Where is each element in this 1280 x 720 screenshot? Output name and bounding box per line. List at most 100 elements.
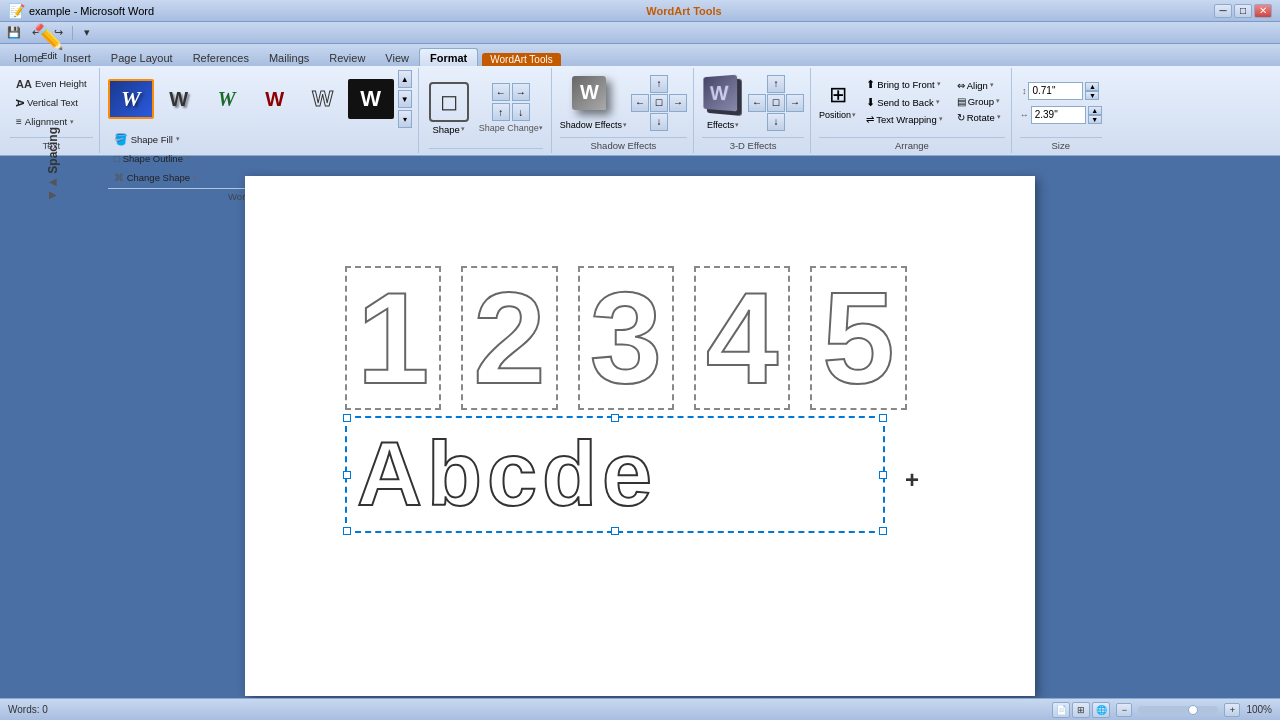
wordart-styles-scroll-down[interactable]: ▼ <box>398 90 412 108</box>
shape-arrange-buttons: ← → ↑ ↓ Shape Change ▾ <box>479 83 543 133</box>
size-group-label: Size <box>1020 137 1102 151</box>
rotate-icon: ↻ <box>957 112 965 123</box>
wordart-object[interactable]: Abcde <box>345 416 885 533</box>
shape-fill-button[interactable]: 🪣 Shape Fill ▾ <box>108 130 203 148</box>
tab-page-layout[interactable]: Page Layout <box>101 49 183 66</box>
height-spin-down[interactable]: ▼ <box>1085 91 1099 100</box>
zoom-slider[interactable] <box>1138 706 1218 714</box>
cursor: + <box>905 466 919 494</box>
save-button[interactable]: 💾 <box>4 24 24 42</box>
tab-review[interactable]: Review <box>319 49 375 66</box>
width-input[interactable] <box>1031 106 1086 124</box>
even-height-button[interactable]: AA Even Height <box>10 75 93 93</box>
height-spin-up[interactable]: ▲ <box>1085 82 1099 91</box>
close-button[interactable]: ✕ <box>1254 4 1272 18</box>
number-3: 3 <box>578 266 674 410</box>
resize-handle-sw[interactable] <box>343 527 351 535</box>
ribbon-group-shadow-effects: W Shadow Effects ▾ ↑ ← ☐ → ↓ <box>554 68 694 153</box>
shape-right-button[interactable]: → <box>512 83 530 101</box>
resize-handle-e[interactable] <box>879 471 887 479</box>
wordart-style-2[interactable]: W <box>156 79 202 119</box>
view-fullscreen-button[interactable]: ⊞ <box>1072 702 1090 718</box>
group-button[interactable]: ▤ Group ▾ <box>953 94 1005 109</box>
shadow-arrow-up[interactable]: ↑ <box>650 75 668 93</box>
zoom-slider-thumb[interactable] <box>1188 705 1198 715</box>
tab-references[interactable]: References <box>183 49 259 66</box>
position-button[interactable]: ⊞ Position ▾ <box>819 70 856 132</box>
even-height-label: Even Height <box>35 78 87 89</box>
change-shape-arrow: ▾ <box>193 173 197 181</box>
wordart-style-3[interactable]: W <box>204 79 250 119</box>
height-icon: ↕ <box>1022 86 1027 96</box>
ribbon-group-wordart-styles: W W W W W W <box>102 68 419 153</box>
effects-label: Effects <box>707 120 734 130</box>
text-wrapping-button[interactable]: ⇌ Text Wrapping ▾ <box>862 112 947 127</box>
view-web-button[interactable]: 🌐 <box>1092 702 1110 718</box>
3d-effects-button[interactable]: W Effects ▾ <box>702 76 744 130</box>
maximize-button[interactable]: □ <box>1234 4 1252 18</box>
wordart-styles-dropdown[interactable]: ▾ <box>398 110 412 128</box>
3d-arrow-up[interactable]: ↑ <box>767 75 785 93</box>
tab-mailings[interactable]: Mailings <box>259 49 319 66</box>
width-spin-down[interactable]: ▼ <box>1088 115 1102 124</box>
height-spinner[interactable]: ▲ ▼ <box>1085 82 1099 100</box>
shadow-arrow-right[interactable]: → <box>669 94 687 112</box>
text-wrapping-icon: ⇌ <box>866 114 874 125</box>
resize-handle-nw[interactable] <box>343 414 351 422</box>
wordart-style-6[interactable]: W <box>348 79 394 119</box>
spacing-arrow-right[interactable]: ▶ <box>49 189 57 200</box>
shadow-arrow-left[interactable]: ← <box>631 94 649 112</box>
zoom-percentage[interactable]: 100% <box>1246 704 1272 715</box>
change-shape-label: Change Shape <box>127 172 190 183</box>
shape-up-button[interactable]: ↑ <box>492 103 510 121</box>
shadow-toggle[interactable]: ☐ <box>650 94 668 112</box>
rotate-button[interactable]: ↻ Rotate ▾ <box>953 110 1005 125</box>
send-to-back-button[interactable]: ⬇ Send to Back ▾ <box>862 94 947 111</box>
toolbar-dropdown[interactable]: ▾ <box>77 24 97 42</box>
shape-icon: ◻ <box>429 82 469 122</box>
ribbon-tabs: Home Insert Page Layout References Maili… <box>0 44 1280 66</box>
view-print-button[interactable]: 📄 <box>1052 702 1070 718</box>
shadow-effects-button[interactable]: W Shadow Effects ▾ <box>560 76 627 130</box>
resize-handle-ne[interactable] <box>879 414 887 422</box>
wordart-style-4[interactable]: W <box>252 79 298 119</box>
3d-arrow-left[interactable]: ← <box>748 94 766 112</box>
3d-arrow-down[interactable]: ↓ <box>767 113 785 131</box>
position-icon: ⊞ <box>829 82 847 108</box>
shape-change-label[interactable]: Shape Change ▾ <box>479 123 543 133</box>
tab-format[interactable]: Format <box>419 48 478 66</box>
shape-label: Shape ▾ <box>432 124 464 135</box>
width-spinner[interactable]: ▲ ▼ <box>1088 106 1102 124</box>
height-input[interactable] <box>1028 82 1083 100</box>
zoom-out-button[interactable]: − <box>1116 703 1132 717</box>
resize-handle-w[interactable] <box>343 471 351 479</box>
bring-to-front-button[interactable]: ⬆ Bring to Front ▾ <box>862 76 947 93</box>
resize-handle-n[interactable] <box>611 414 619 422</box>
width-spin-up[interactable]: ▲ <box>1088 106 1102 115</box>
align-button[interactable]: ⇔ Align ▾ <box>953 78 1005 93</box>
resize-handle-se[interactable] <box>879 527 887 535</box>
edit-button[interactable]: ✏️ Edit <box>31 11 67 73</box>
shadow-arrow-down[interactable]: ↓ <box>650 113 668 131</box>
wordart-styles-scroll-up[interactable]: ▲ <box>398 70 412 88</box>
zoom-in-button[interactable]: + <box>1224 703 1240 717</box>
spacing-arrow-left[interactable]: ◀ <box>49 176 57 187</box>
tab-view[interactable]: View <box>375 49 419 66</box>
document-page: 1 2 3 4 5 Abcde + <box>245 176 1035 696</box>
shape-button[interactable]: ◻ Shape ▾ <box>429 82 469 135</box>
3d-arrow-right[interactable]: → <box>786 94 804 112</box>
shape-left-button[interactable]: ← <box>492 83 510 101</box>
shape-outline-button[interactable]: □ Shape Outline ▾ <box>108 149 203 167</box>
minimize-button[interactable]: ─ <box>1214 4 1232 18</box>
spacing-label[interactable]: Spacing <box>46 127 60 174</box>
ribbon-group-size: ↕ ▲ ▼ ↔ ▲ ▼ Size <box>1014 68 1108 153</box>
wordart-style-5[interactable]: W <box>300 79 346 119</box>
page-area: 1 2 3 4 5 Abcde + <box>0 156 1280 698</box>
wordart-tools-tab: WordArt Tools <box>482 53 560 66</box>
change-shape-button[interactable]: ⌘ Change Shape ▾ <box>108 168 203 186</box>
shape-down-button[interactable]: ↓ <box>512 103 530 121</box>
vertical-text-button[interactable]: A Vertical Text <box>10 94 93 112</box>
resize-handle-s[interactable] <box>611 527 619 535</box>
3d-toggle[interactable]: ☐ <box>767 94 785 112</box>
wordart-style-1[interactable]: W <box>108 79 154 119</box>
